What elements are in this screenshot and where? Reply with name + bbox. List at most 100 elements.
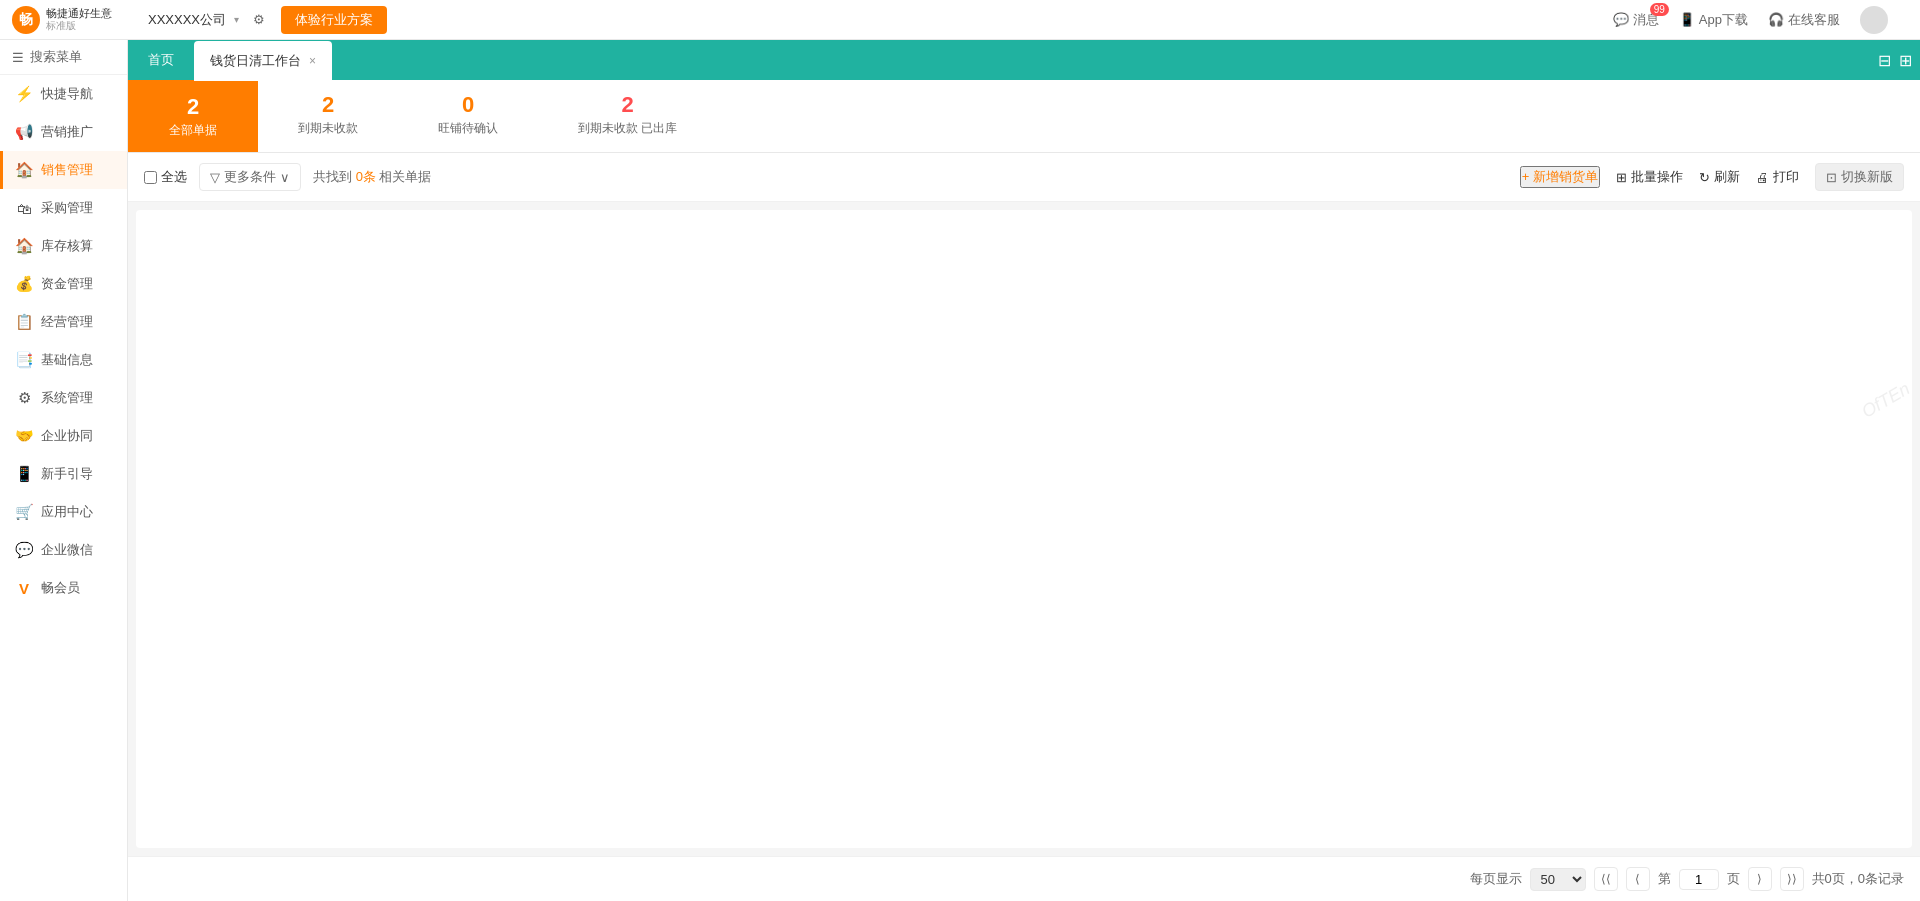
tab-close-icon[interactable]: ×	[309, 54, 316, 68]
stat-number-unshipped: 2	[622, 92, 634, 118]
settings-icon[interactable]: ⚙	[247, 8, 271, 32]
content-area: 首页 钱货日清工作台 × ⊟ ⊞ 2 全部单据 2 到期未收款	[128, 40, 1920, 901]
company-name: XXXXXX公司	[148, 11, 226, 29]
sidebar-item-basic-info[interactable]: 📑 基础信息	[0, 341, 127, 379]
stat-label-all: 全部单据	[169, 122, 217, 139]
operations-icon: 📋	[15, 313, 33, 331]
sidebar-label-newbie: 新手引导	[41, 465, 93, 483]
sidebar-item-purchase[interactable]: 🛍 采购管理	[0, 189, 127, 227]
message-item[interactable]: 💬 消息 99	[1613, 11, 1659, 29]
logo-text: 畅捷通好生意 标准版	[46, 7, 112, 32]
company-selector[interactable]: XXXXXX公司 ▾	[148, 11, 239, 29]
select-all-checkbox[interactable]	[144, 171, 157, 184]
tab-bar-right: ⊟ ⊞	[1878, 51, 1920, 70]
sidebar-label-marketing: 营销推广	[41, 123, 93, 141]
refresh-label: 刷新	[1714, 168, 1740, 186]
last-page-button[interactable]: ⟩⟩	[1780, 867, 1804, 891]
batch-operation-button[interactable]: ⊞ 批量操作	[1616, 168, 1683, 186]
next-page-button[interactable]: ⟩	[1748, 867, 1772, 891]
found-text: 共找到 0条 相关单据	[313, 168, 431, 186]
batch-label: 批量操作	[1631, 168, 1683, 186]
company-dropdown-icon[interactable]: ▾	[234, 14, 239, 25]
trial-button[interactable]: 体验行业方案	[281, 6, 387, 34]
filter-chevron: ∨	[280, 170, 290, 185]
select-all-area[interactable]: 全选	[144, 168, 187, 186]
sidebar-item-sales[interactable]: 🏠 销售管理	[0, 151, 127, 189]
sidebar-label-inventory: 库存核算	[41, 237, 93, 255]
top-header: 畅 畅捷通好生意 标准版 XXXXXX公司 ▾ ⚙ 体验行业方案 💬 消息 99…	[0, 0, 1920, 40]
sidebar-item-inventory[interactable]: 🏠 库存核算	[0, 227, 127, 265]
search-menu-label: 搜索菜单	[30, 48, 82, 66]
sidebar-item-operations[interactable]: 📋 经营管理	[0, 303, 127, 341]
page-size-select[interactable]: 50 20 100	[1530, 868, 1586, 891]
quick-nav-icon: ⚡	[15, 85, 33, 103]
stat-label-overdue: 到期未收款	[298, 120, 358, 137]
logo-area: 畅 畅捷通好生意 标准版	[12, 6, 140, 34]
sidebar-item-enterprise[interactable]: 🤝 企业协同	[0, 417, 127, 455]
toolbar: 全选 ▽ 更多条件 ∨ 共找到 0条 相关单据 + 新增销货单 ⊞ 批量操作	[128, 153, 1920, 202]
stat-card-all[interactable]: 2 全部单据	[128, 80, 258, 152]
toolbar-right: + 新增销货单 ⊞ 批量操作 ↻ 刷新 🖨 打印 ⊡	[1520, 163, 1904, 191]
enterprise-icon: 🤝	[15, 427, 33, 445]
stat-card-wangpu[interactable]: 0 旺铺待确认	[398, 80, 538, 152]
sidebar-label-operations: 经营管理	[41, 313, 93, 331]
add-sales-button[interactable]: + 新增销货单	[1520, 166, 1600, 188]
sidebar-item-member[interactable]: V 畅会员	[0, 569, 127, 607]
tab-active[interactable]: 钱货日清工作台 ×	[194, 41, 332, 81]
page-label: 第	[1658, 870, 1671, 888]
watermark: OfTEn	[1858, 379, 1914, 423]
sidebar-item-quick-nav[interactable]: ⚡ 快捷导航	[0, 75, 127, 113]
print-button[interactable]: 🖨 打印	[1756, 168, 1799, 186]
online-service-label: 在线客服	[1788, 11, 1840, 29]
app-download-item[interactable]: 📱 App下载	[1679, 11, 1748, 29]
switch-icon: ⊡	[1826, 170, 1837, 185]
stat-label-unshipped: 到期未收款 已出库	[578, 120, 677, 137]
basic-info-icon: 📑	[15, 351, 33, 369]
purchase-icon: 🛍	[15, 199, 33, 217]
filter-button[interactable]: ▽ 更多条件 ∨	[199, 163, 301, 191]
print-icon: 🖨	[1756, 170, 1769, 185]
avatar[interactable]	[1860, 6, 1888, 34]
current-page-input[interactable]	[1679, 869, 1719, 890]
tab-bar: 首页 钱货日清工作台 × ⊟ ⊞	[128, 40, 1920, 80]
found-suffix: 相关单据	[379, 169, 431, 184]
filter-label: 更多条件	[224, 168, 276, 186]
refresh-button[interactable]: ↻ 刷新	[1699, 168, 1740, 186]
service-icon: 🎧	[1768, 12, 1784, 27]
tab-home[interactable]: 首页	[128, 40, 194, 80]
sidebar-label-finance: 资金管理	[41, 275, 93, 293]
stat-number-all: 2	[187, 94, 199, 120]
marketing-icon: 📢	[15, 123, 33, 141]
member-icon: V	[15, 579, 33, 597]
tab-expand-button[interactable]: ⊞	[1899, 51, 1912, 70]
sidebar-item-app-center[interactable]: 🛒 应用中心	[0, 493, 127, 531]
sidebar-label-member: 畅会员	[41, 579, 80, 597]
search-icon: ☰	[12, 50, 24, 65]
sidebar-item-marketing[interactable]: 📢 营销推广	[0, 113, 127, 151]
switch-version-button[interactable]: ⊡ 切换新版	[1815, 163, 1904, 191]
page-size-label: 每页显示	[1470, 870, 1522, 888]
sidebar-item-newbie[interactable]: 📱 新手引导	[0, 455, 127, 493]
stats-bar: 2 全部单据 2 到期未收款 0 旺铺待确认 2 到期未收款 已出库	[128, 80, 1920, 153]
content-body: 2 全部单据 2 到期未收款 0 旺铺待确认 2 到期未收款 已出库	[128, 80, 1920, 901]
first-page-button[interactable]: ⟨⟨	[1594, 867, 1618, 891]
sidebar-label-system: 系统管理	[41, 389, 93, 407]
sidebar-item-wechat[interactable]: 💬 企业微信	[0, 531, 127, 569]
tab-minimize-button[interactable]: ⊟	[1878, 51, 1891, 70]
message-icon: 💬	[1613, 12, 1629, 27]
prev-page-button[interactable]: ⟨	[1626, 867, 1650, 891]
stat-card-overdue[interactable]: 2 到期未收款	[258, 80, 398, 152]
system-icon: ⚙	[15, 389, 33, 407]
sidebar-item-finance[interactable]: 💰 资金管理	[0, 265, 127, 303]
header-right: 💬 消息 99 📱 App下载 🎧 在线客服	[1613, 6, 1908, 34]
print-label: 打印	[1773, 168, 1799, 186]
sidebar-label-sales: 销售管理	[41, 161, 93, 179]
stat-card-unshipped[interactable]: 2 到期未收款 已出库	[538, 80, 717, 152]
sidebar-label-app-center: 应用中心	[41, 503, 93, 521]
found-count: 0条	[356, 169, 376, 184]
sales-icon: 🏠	[15, 161, 33, 179]
inventory-icon: 🏠	[15, 237, 33, 255]
sidebar-item-system[interactable]: ⚙ 系统管理	[0, 379, 127, 417]
sidebar-search[interactable]: ☰ 搜索菜单	[0, 40, 127, 75]
online-service-item[interactable]: 🎧 在线客服	[1768, 11, 1840, 29]
